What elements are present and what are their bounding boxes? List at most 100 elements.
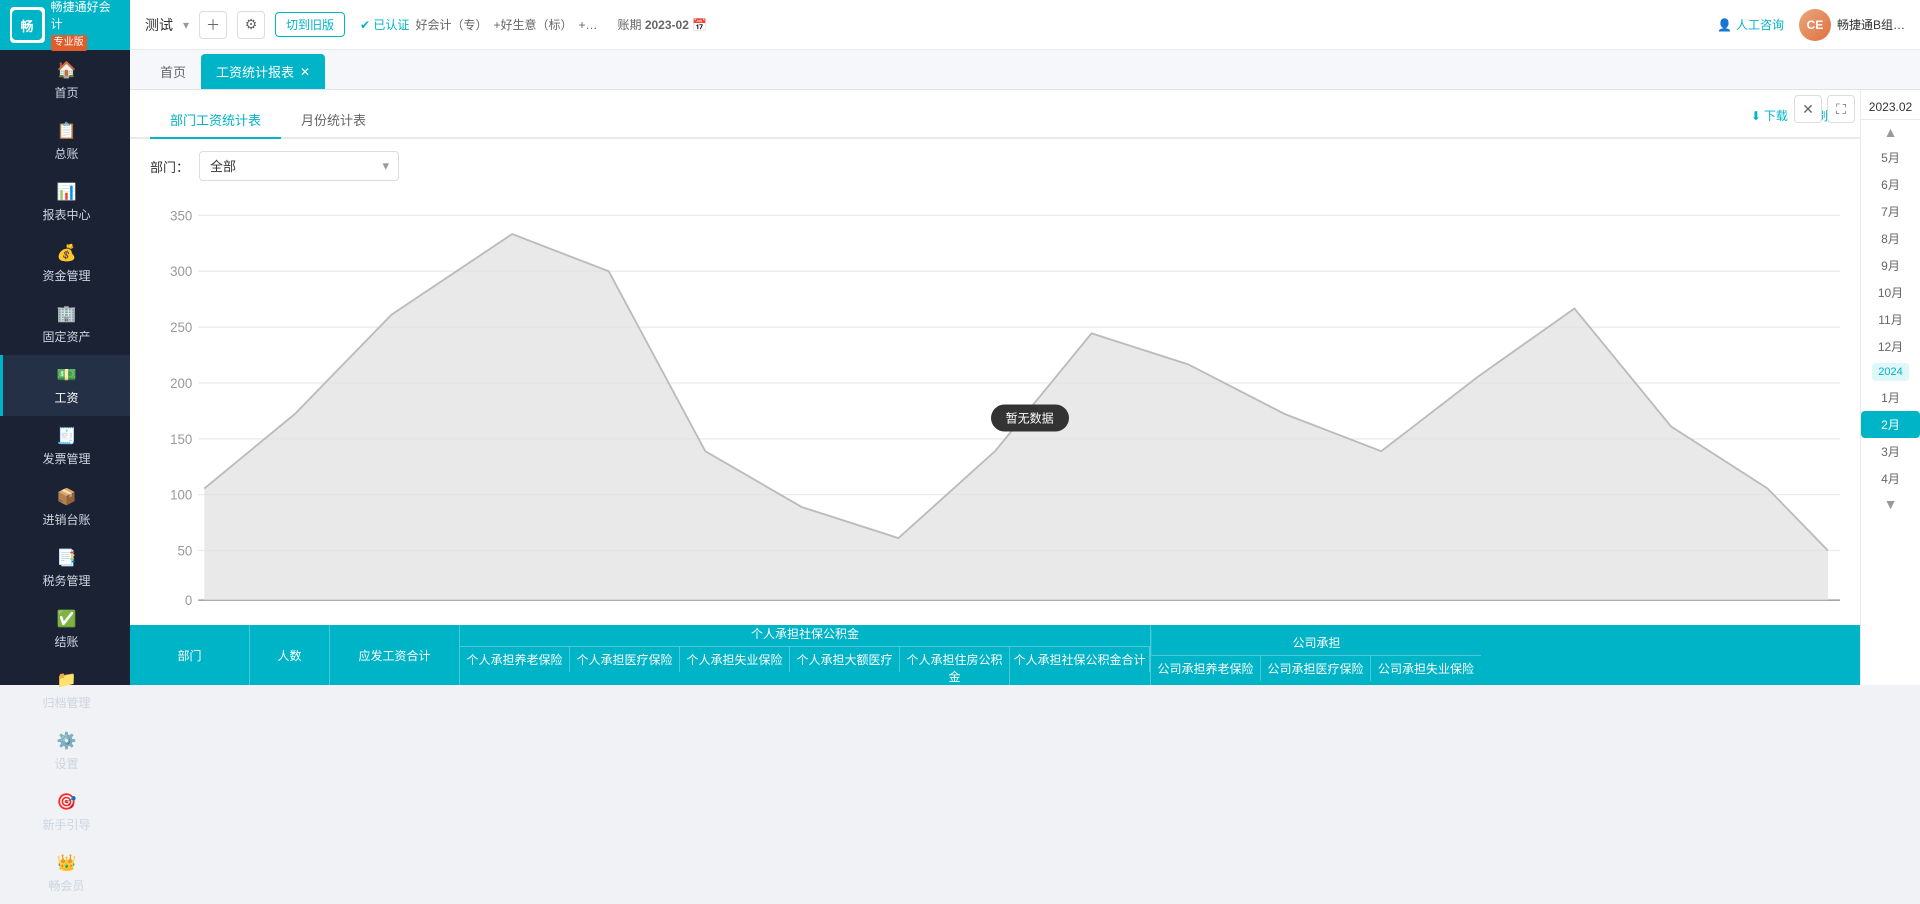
avatar-initials: CE	[1807, 18, 1824, 32]
app-logo: 畅 畅捷通好会计 专业版	[0, 0, 130, 50]
sidebar-icon-funds: 💰	[57, 243, 77, 263]
settings-button[interactable]: ⚙	[237, 11, 265, 39]
svg-text:250: 250	[170, 320, 192, 335]
th-personal-large-medical: 个人承担大额医疗	[790, 647, 900, 672]
sidebar-icon-assets: 🏢	[57, 304, 77, 324]
sidebar-label-sales: 进销台账	[42, 511, 90, 528]
logo-icon: 畅	[10, 7, 45, 43]
sidebar-label-guide: 新手引导	[42, 816, 90, 833]
panel-month-2[interactable]: 2月	[1861, 411, 1920, 438]
panel-month-1[interactable]: 1月	[1861, 384, 1920, 411]
panel-month-7[interactable]: 7月	[1861, 198, 1920, 225]
th-count-label: 人数	[277, 647, 301, 664]
avatar: CE	[1799, 9, 1831, 41]
chart-tooltip: 暂无数据	[991, 404, 1069, 431]
download-label: 下载	[1764, 107, 1788, 124]
project-dropdown-icon[interactable]: ▾	[183, 18, 189, 32]
sidebar-item-assets[interactable]: 🏢 固定资产	[0, 294, 130, 355]
sidebar: 畅 畅捷通好会计 专业版 🏠 首页 📋 总账 📊 报表中心 💰 资金管理 🏢 固…	[0, 0, 130, 685]
svg-text:畅: 畅	[21, 19, 34, 34]
sidebar-item-salary[interactable]: 💵 工资	[0, 355, 130, 416]
sidebar-item-checkout[interactable]: ✅ 结账	[0, 599, 130, 660]
tab-salary-report[interactable]: 工资统计报表 ✕	[201, 54, 325, 89]
sidebar-label-funds: 资金管理	[42, 267, 90, 284]
svg-text:50: 50	[177, 543, 192, 558]
sidebar-icon-ledger: 📋	[57, 121, 77, 141]
sidebar-item-settings[interactable]: ⚙️ 设置	[0, 721, 130, 782]
panel-year-2024[interactable]: 2024	[1872, 363, 1908, 381]
panel-month-4[interactable]: 4月	[1861, 465, 1920, 492]
svg-text:100: 100	[170, 487, 192, 502]
th-count: 人数	[250, 625, 330, 685]
tabs-bar: 首页 工资统计报表 ✕	[130, 50, 1920, 90]
subtab-monthly-label: 月份统计表	[301, 113, 366, 128]
panel-close-button[interactable]: ✕	[1794, 95, 1822, 123]
extra-tag2: +…	[578, 18, 597, 32]
sidebar-item-reports[interactable]: 📊 报表中心	[0, 172, 130, 233]
panel-month-6[interactable]: 6月	[1861, 171, 1920, 198]
sidebar-item-member[interactable]: 👑 畅会员	[0, 843, 130, 904]
chart-area: 350 300 250 200 150 100 50 0 暂无数据	[130, 193, 1860, 625]
add-button[interactable]: ＋	[199, 11, 227, 39]
main-area: 测试 ▾ ＋ ⚙ 切到旧版 ✔ 已认证 好会计（专） +好生意（标） +… 账期…	[130, 0, 1920, 685]
status-tags: ✔ 已认证 好会计（专） +好生意（标） +…	[360, 16, 597, 33]
download-button[interactable]: ⬇ 下载	[1751, 107, 1788, 124]
panel-month-3[interactable]: 3月	[1861, 438, 1920, 465]
th-company-medical: 公司承担医疗保险	[1261, 656, 1371, 681]
extra-tag1: +好生意（标）	[493, 16, 572, 33]
project-name: 测试	[145, 15, 173, 35]
user-menu[interactable]: CE 畅捷通B组…	[1799, 9, 1905, 41]
subtabs-left: 部门工资统计表 月份统计表	[150, 102, 386, 137]
period-label: 账期 2023-02 📅	[617, 16, 707, 33]
dept-select[interactable]: 全部	[199, 151, 399, 181]
subtab-monthly[interactable]: 月份统计表	[281, 102, 386, 139]
panel-month-5[interactable]: 5月	[1861, 144, 1920, 171]
th-total-salary: 应发工资合计	[330, 625, 460, 685]
period-value: 2023-02	[645, 18, 689, 32]
subtab-dept-label: 部门工资统计表	[170, 113, 261, 128]
download-icon: ⬇	[1751, 109, 1761, 123]
tab-home-label: 首页	[160, 62, 186, 81]
sidebar-icon-settings: ⚙️	[57, 731, 77, 751]
content-main: ✕ ⛶ 部门工资统计表 月份统计表 ⬇ 下载	[130, 90, 1860, 685]
sidebar-label-salary: 工资	[54, 389, 78, 406]
sidebar-item-archive[interactable]: 📁 归档管理	[0, 660, 130, 721]
content-area: ✕ ⛶ 部门工资统计表 月份统计表 ⬇ 下载	[130, 90, 1920, 685]
th-personal-housing: 个人承担住房公积金	[900, 647, 1010, 685]
subtabs: 部门工资统计表 月份统计表 ⬇ 下载 ↻ 刷新	[130, 90, 1860, 139]
panel-month-10[interactable]: 10月	[1861, 279, 1920, 306]
sidebar-label-reports: 报表中心	[42, 206, 90, 223]
consult-button[interactable]: 👤 人工咨询	[1717, 16, 1784, 33]
topbar-right: 👤 人工咨询 CE 畅捷通B组…	[1717, 9, 1905, 41]
panel-month-8[interactable]: 8月	[1861, 225, 1920, 252]
sidebar-item-guide[interactable]: 🎯 新手引导	[0, 782, 130, 843]
th-personal-medical: 个人承担医疗保险	[570, 647, 680, 672]
panel-month-12[interactable]: 12月	[1861, 333, 1920, 360]
sidebar-item-tax[interactable]: 📑 税务管理	[0, 538, 130, 599]
switch-version-button[interactable]: 切到旧版	[275, 12, 345, 37]
sidebar-item-ledger[interactable]: 📋 总账	[0, 111, 130, 172]
sidebar-item-invoice[interactable]: 🧾 发票管理	[0, 416, 130, 477]
panel-month-11[interactable]: 11月	[1861, 306, 1920, 333]
svg-text:200: 200	[170, 376, 192, 391]
sidebar-item-funds[interactable]: 💰 资金管理	[0, 233, 130, 294]
panel-expand-button[interactable]: ⛶	[1827, 95, 1855, 123]
tab-close-icon[interactable]: ✕	[300, 65, 310, 79]
panel-month-9[interactable]: 9月	[1861, 252, 1920, 279]
subtab-dept[interactable]: 部门工资统计表	[150, 102, 281, 139]
tab-home[interactable]: 首页	[145, 54, 201, 89]
user-name: 畅捷通B组…	[1837, 16, 1905, 33]
dept-select-wrapper: 全部	[199, 151, 399, 181]
sidebar-icon-archive: 📁	[57, 670, 77, 690]
sidebar-label-invoice: 发票管理	[42, 450, 90, 467]
th-personal-pension: 个人承担养老保险	[460, 647, 570, 672]
sidebar-icon-guide: 🎯	[57, 792, 77, 812]
svg-text:300: 300	[170, 264, 192, 279]
th-personal-total: 个人承担社保公积金合计	[1010, 647, 1150, 672]
panel-up-chevron[interactable]: ▲	[1884, 120, 1898, 144]
filter-dept-label: 部门：	[150, 157, 189, 176]
sidebar-item-home[interactable]: 🏠 首页	[0, 50, 130, 111]
sidebar-item-sales[interactable]: 📦 进销台账	[0, 477, 130, 538]
topbar: 测试 ▾ ＋ ⚙ 切到旧版 ✔ 已认证 好会计（专） +好生意（标） +… 账期…	[130, 0, 1920, 50]
panel-down-chevron[interactable]: ▼	[1884, 492, 1898, 516]
